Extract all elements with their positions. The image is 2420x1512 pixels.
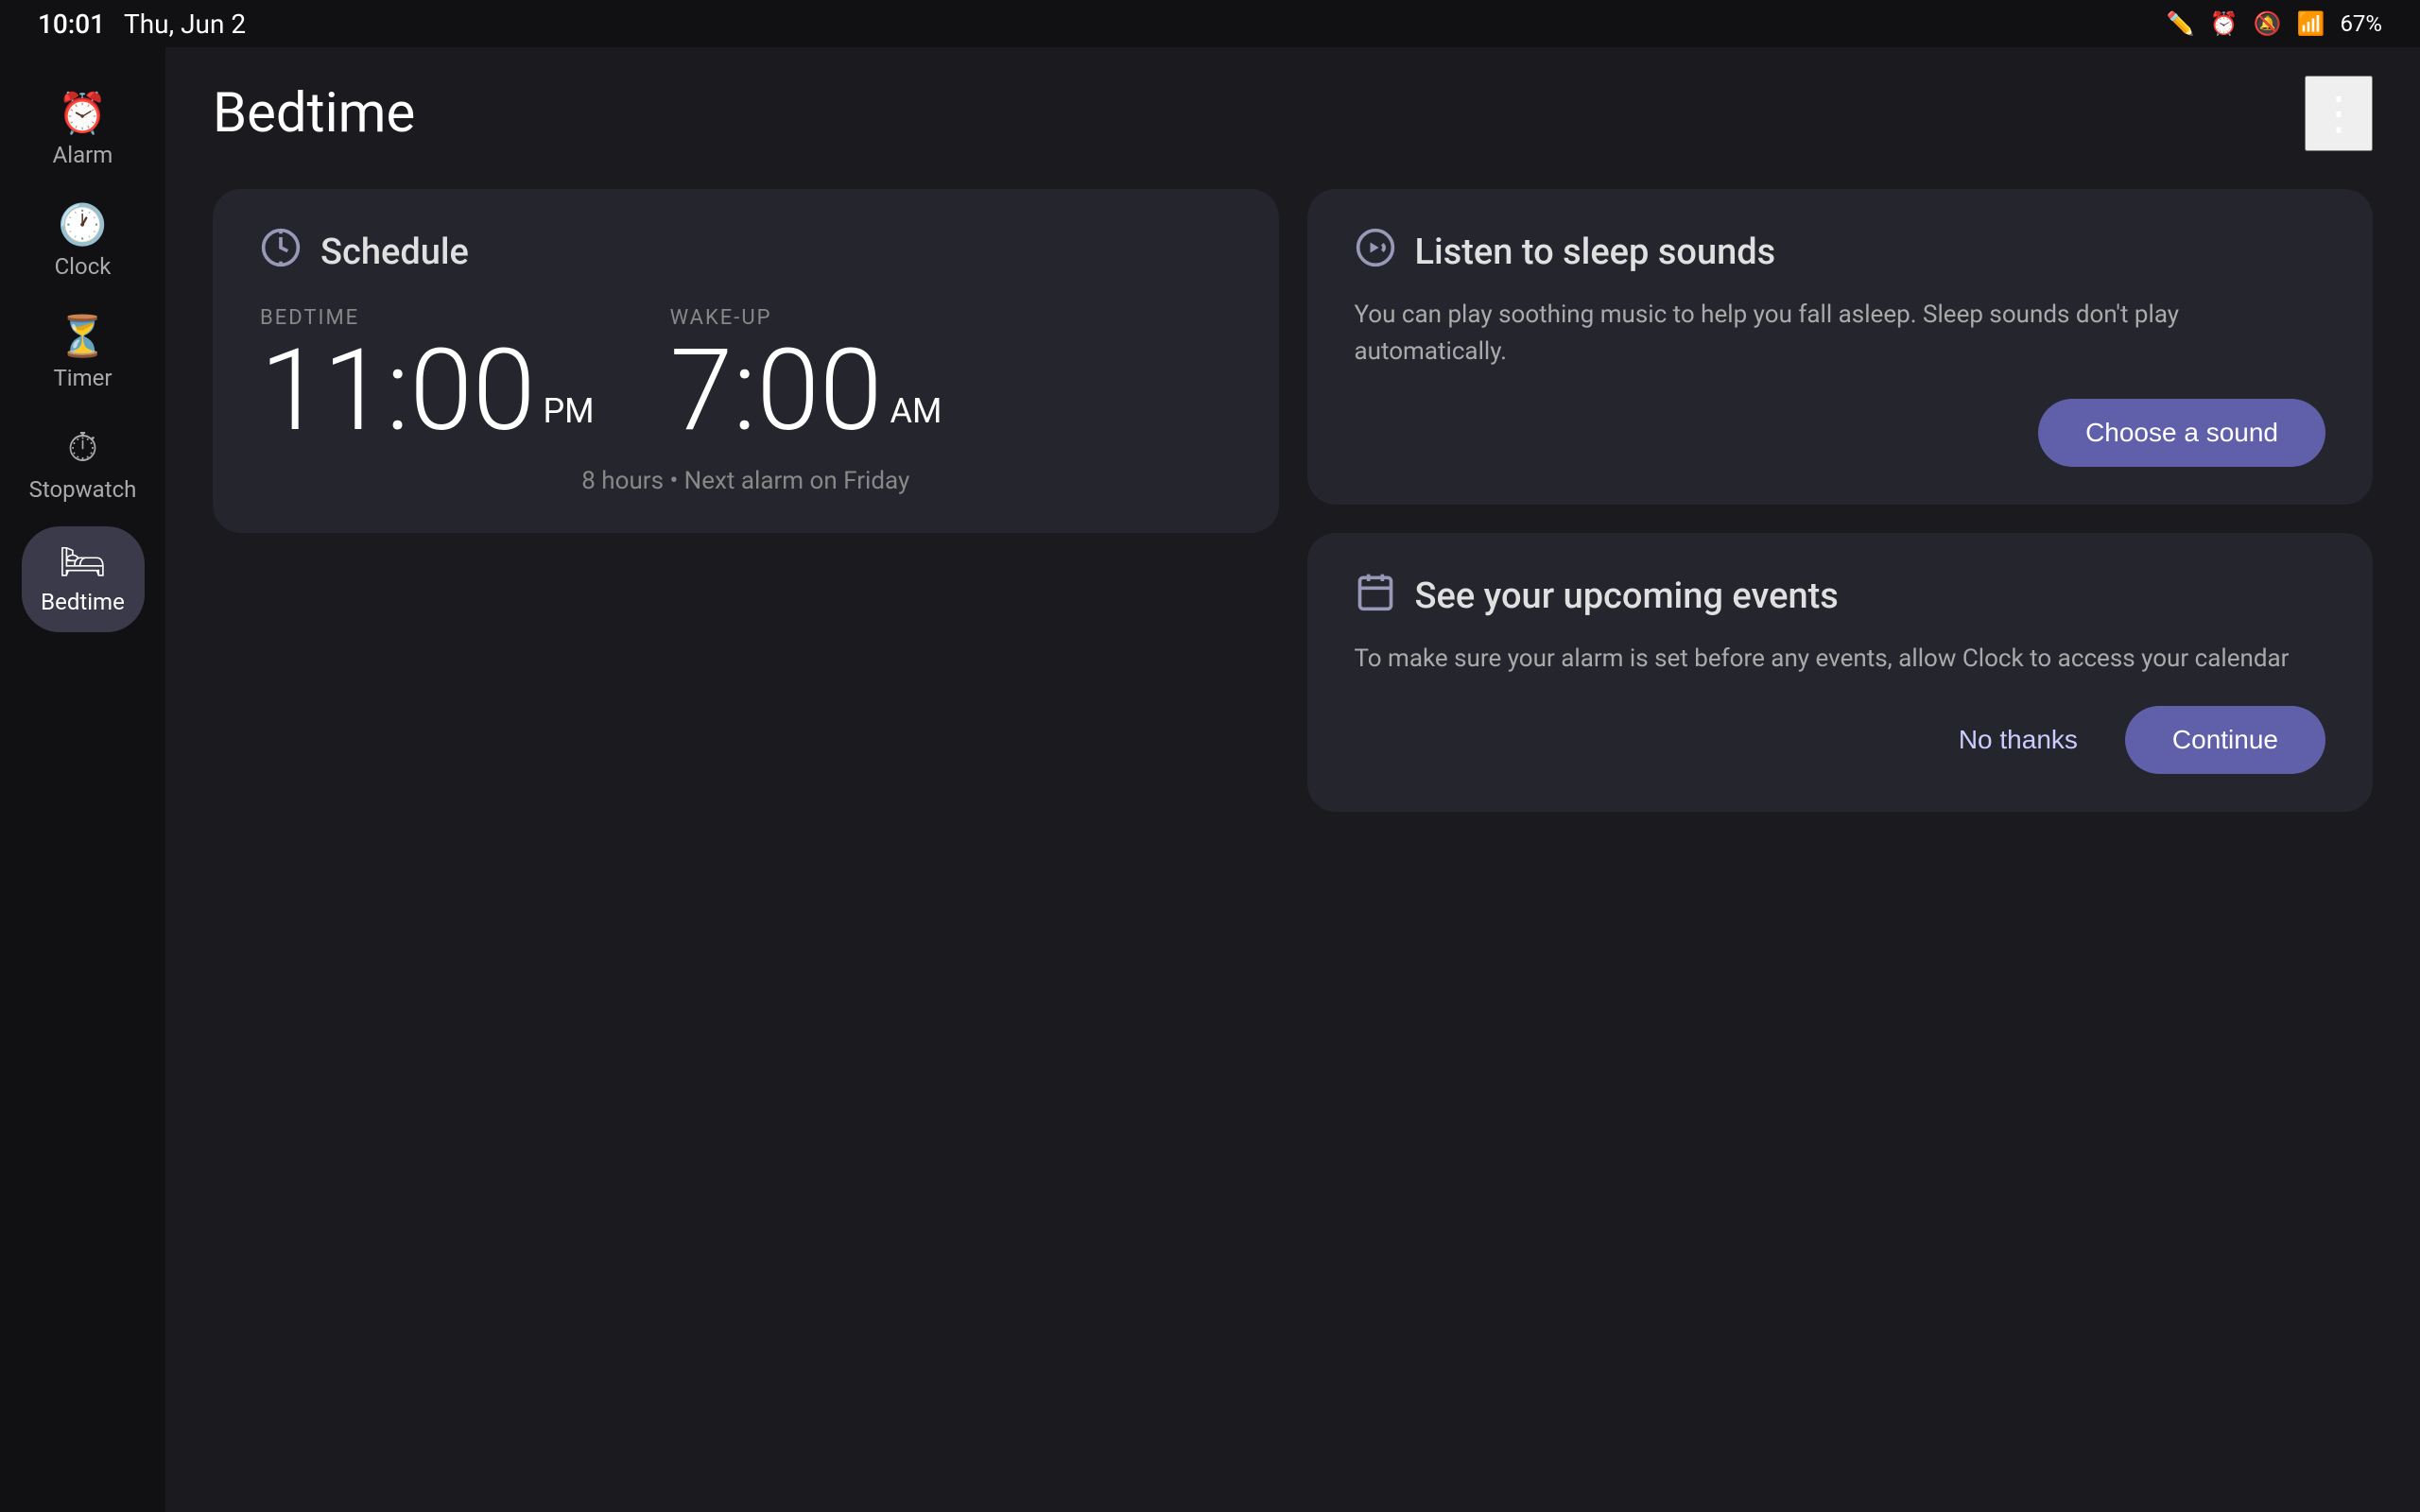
sidebar-item-bedtime[interactable]: 🛏 Bedtime bbox=[22, 526, 145, 632]
upcoming-events-title: See your upcoming events bbox=[1415, 576, 1839, 617]
bedtime-icon: 🛏 bbox=[59, 543, 107, 581]
status-time: 10:01 bbox=[38, 9, 105, 40]
sidebar-label-bedtime: Bedtime bbox=[41, 589, 125, 615]
wakeup-value: 7:00 AM bbox=[670, 335, 942, 448]
sidebar-item-alarm[interactable]: ⏰ Alarm bbox=[0, 76, 165, 187]
schedule-icon bbox=[260, 227, 302, 278]
sidebar-label-alarm: Alarm bbox=[53, 142, 113, 168]
calendar-icon bbox=[1355, 571, 1396, 622]
more-options-button[interactable]: ⋮ bbox=[2305, 76, 2373, 151]
alarm-status-icon: ⏰ bbox=[2210, 10, 2238, 37]
wifi-icon: 📶 bbox=[2297, 10, 2325, 37]
main-content: Bedtime ⋮ Schedule bbox=[165, 47, 2420, 1512]
sleep-sounds-icon bbox=[1355, 227, 1396, 278]
upcoming-events-header: See your upcoming events bbox=[1355, 571, 2326, 622]
sleep-sounds-actions: Choose a sound bbox=[1355, 399, 2326, 467]
schedule-summary: 8 hours • Next alarm on Friday bbox=[260, 467, 1232, 495]
wakeup-block: WAKE-UP 7:00 AM bbox=[670, 306, 942, 448]
wakeup-ampm: AM bbox=[890, 391, 942, 431]
status-bar: 10:01 Thu, Jun 2 ✏️ ⏰ 🔕 📶 67% bbox=[0, 0, 2420, 47]
wakeup-hour: 7:00 bbox=[670, 335, 883, 448]
timer-icon: ⏳ bbox=[58, 318, 107, 357]
status-right: ✏️ ⏰ 🔕 📶 67% bbox=[2167, 10, 2382, 37]
choose-sound-button[interactable]: Choose a sound bbox=[2038, 399, 2325, 467]
sidebar-item-clock[interactable]: 🕐 Clock bbox=[0, 187, 165, 299]
sleep-sounds-title: Listen to sleep sounds bbox=[1415, 232, 1776, 273]
battery-icon: 67% bbox=[2340, 10, 2382, 37]
mute-icon: 🔕 bbox=[2254, 10, 2282, 37]
clock-icon: 🕐 bbox=[58, 206, 107, 246]
schedule-card: Schedule BEDTIME 11:00 PM WAKE-UP 7:00 bbox=[213, 189, 1279, 533]
bedtime-ampm: PM bbox=[543, 391, 594, 431]
bedtime-hour: 11:00 bbox=[260, 335, 535, 448]
sidebar-item-timer[interactable]: ⏳ Timer bbox=[0, 299, 165, 410]
upcoming-events-desc: To make sure your alarm is set before an… bbox=[1355, 641, 2326, 678]
upcoming-events-card: See your upcoming events To make sure yo… bbox=[1307, 533, 2374, 812]
sidebar-label-clock: Clock bbox=[55, 253, 112, 280]
sleep-sounds-header: Listen to sleep sounds bbox=[1355, 227, 2326, 278]
right-column: Listen to sleep sounds You can play soot… bbox=[1307, 189, 2374, 812]
page-title: Bedtime bbox=[213, 81, 415, 146]
sleep-sounds-desc: You can play soothing music to help you … bbox=[1355, 297, 2326, 370]
schedule-title: Schedule bbox=[320, 232, 469, 273]
status-date: Thu, Jun 2 bbox=[124, 9, 246, 40]
stopwatch-icon: ⏱ bbox=[67, 429, 98, 469]
sleep-sounds-card: Listen to sleep sounds You can play soot… bbox=[1307, 189, 2374, 505]
status-left: 10:01 Thu, Jun 2 bbox=[38, 9, 246, 40]
sidebar-item-stopwatch[interactable]: ⏱ Stopwatch bbox=[0, 410, 165, 522]
bedtime-value: 11:00 PM bbox=[260, 335, 595, 448]
schedule-card-header: Schedule bbox=[260, 227, 1232, 278]
cards-grid: Schedule BEDTIME 11:00 PM WAKE-UP 7:00 bbox=[213, 189, 2373, 812]
schedule-times: BEDTIME 11:00 PM WAKE-UP 7:00 AM bbox=[260, 306, 1232, 448]
sidebar-label-timer: Timer bbox=[53, 365, 112, 391]
pencil-icon: ✏️ bbox=[2167, 10, 2195, 37]
alarm-icon: ⏰ bbox=[58, 94, 107, 134]
continue-button[interactable]: Continue bbox=[2125, 706, 2325, 774]
sidebar: ⏰ Alarm 🕐 Clock ⏳ Timer ⏱ Stopwatch 🛏 Be… bbox=[0, 47, 165, 1512]
sidebar-label-stopwatch: Stopwatch bbox=[29, 476, 137, 503]
bedtime-block: BEDTIME 11:00 PM bbox=[260, 306, 595, 448]
no-thanks-button[interactable]: No thanks bbox=[1930, 706, 2106, 774]
page-header: Bedtime ⋮ bbox=[213, 76, 2373, 151]
app-container: ⏰ Alarm 🕐 Clock ⏳ Timer ⏱ Stopwatch 🛏 Be… bbox=[0, 47, 2420, 1512]
upcoming-events-actions: No thanks Continue bbox=[1355, 706, 2326, 774]
